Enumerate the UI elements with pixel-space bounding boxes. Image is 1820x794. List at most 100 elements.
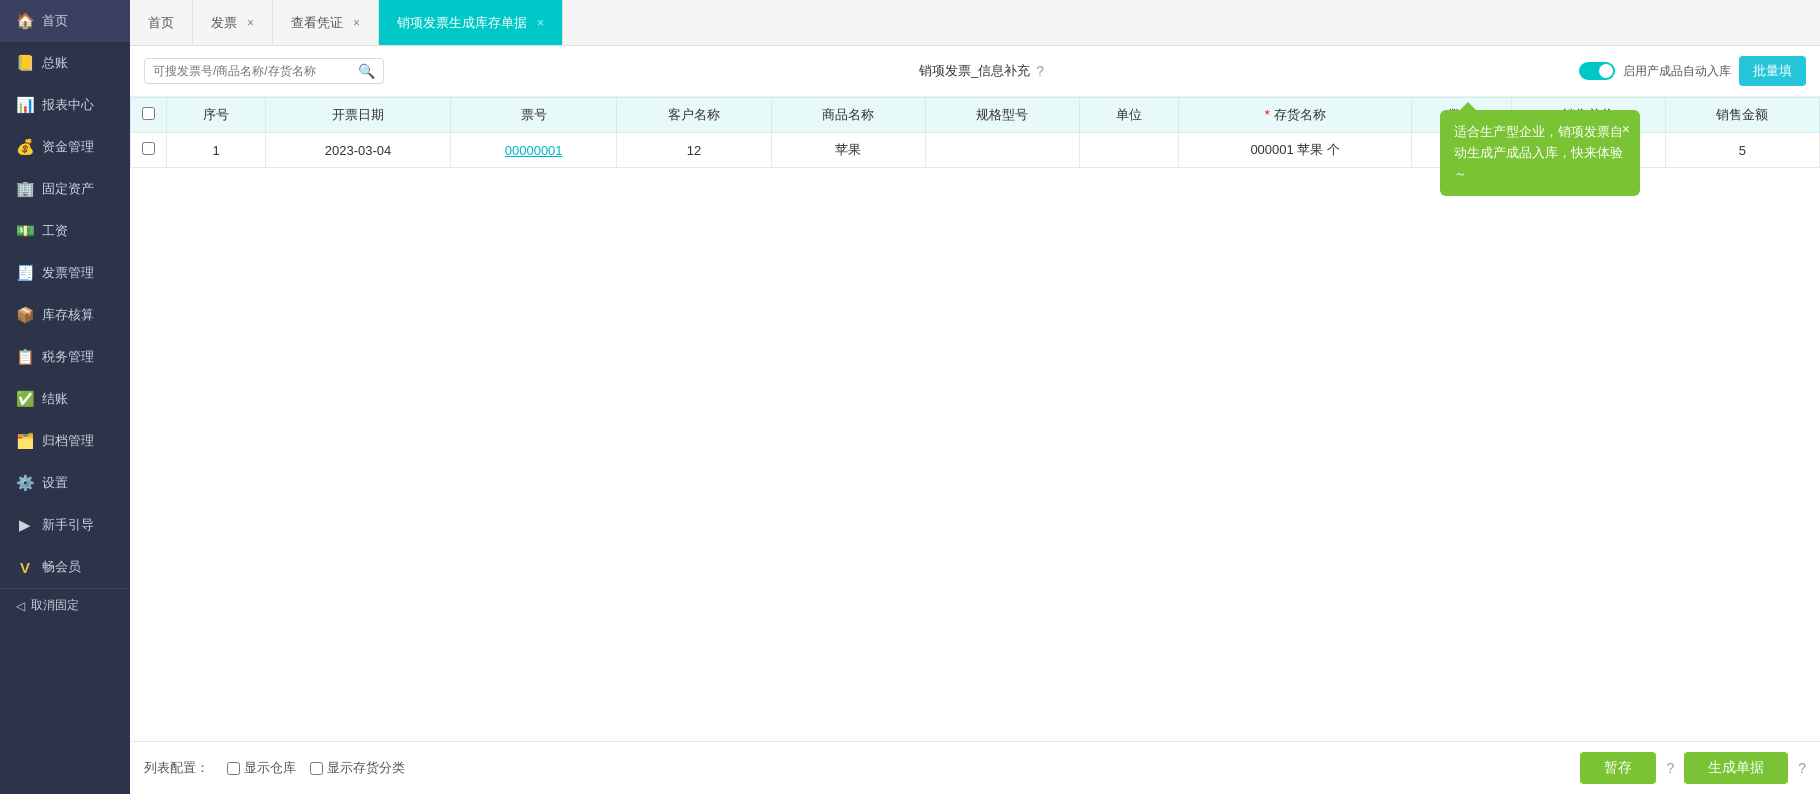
sidebar-item-label: 资金管理 — [42, 138, 94, 156]
show-warehouse-checkbox[interactable] — [227, 762, 240, 775]
generate-info-icon[interactable]: ? — [1798, 760, 1806, 776]
sidebar-item-label: 发票管理 — [42, 264, 94, 282]
sidebar-item-label: 设置 — [42, 474, 68, 492]
inventory-icon: 📦 — [16, 306, 34, 324]
sidebar-item-label: 库存核算 — [42, 306, 94, 324]
tab-home[interactable]: 首页 — [130, 0, 193, 45]
header-customer: 客户名称 — [617, 98, 771, 133]
sidebar-item-payroll[interactable]: 💵 工资 — [0, 210, 130, 252]
toolbar-center: 销项发票_信息补充 ? — [394, 62, 1569, 80]
bottom-bar: 列表配置： 显示仓库 显示存货分类 暂存 ? 生成单据 ? — [130, 741, 1820, 794]
row-model — [925, 133, 1079, 168]
sidebar-item-settlement[interactable]: ✅ 结账 — [0, 378, 130, 420]
row-product-name: 苹果 — [771, 133, 925, 168]
sidebar-item-label: 归档管理 — [42, 432, 94, 450]
unfix-icon: ◁ — [16, 599, 25, 613]
header-product-name: 商品名称 — [771, 98, 925, 133]
sidebar-item-tax[interactable]: 📋 税务管理 — [0, 336, 130, 378]
generate-button[interactable]: 生成单据 — [1684, 752, 1788, 784]
tab-bar: 首页 发票 × 查看凭证 × 销项发票生成库存单据 × — [130, 0, 1820, 46]
batch-fill-button[interactable]: 批量填 — [1739, 56, 1806, 86]
header-date: 开票日期 — [266, 98, 451, 133]
sidebar-unfix[interactable]: ◁ 取消固定 — [0, 588, 130, 622]
tab-invoice-label: 发票 — [211, 14, 237, 32]
tab-voucher-close[interactable]: × — [353, 16, 360, 30]
row-checkbox[interactable] — [142, 142, 155, 155]
main-area: 首页 发票 × 查看凭证 × 销项发票生成库存单据 × 🔍 销项发票_信息补充 … — [130, 0, 1820, 794]
search-input[interactable] — [153, 64, 352, 78]
sidebar-item-vip[interactable]: V 畅会员 — [0, 546, 130, 588]
sidebar-item-home[interactable]: 🏠 首页 — [0, 0, 130, 42]
sidebar-item-guide[interactable]: ▶ 新手引导 — [0, 504, 130, 546]
row-customer: 12 — [617, 133, 771, 168]
sidebar-item-archive[interactable]: 🗂️ 归档管理 — [0, 420, 130, 462]
sidebar-item-invoice-mgmt[interactable]: 🧾 发票管理 — [0, 252, 130, 294]
ledger-icon: 📒 — [16, 54, 34, 72]
tab-create-inventory[interactable]: 销项发票生成库存单据 × — [379, 0, 563, 45]
tab-voucher[interactable]: 查看凭证 × — [273, 0, 379, 45]
row-unit — [1079, 133, 1178, 168]
row-ticket-no[interactable]: 00000001 — [450, 133, 616, 168]
row-checkbox-cell — [131, 133, 167, 168]
toolbar: 🔍 销项发票_信息补充 ? 启用产成品自动入库 批量填 — [130, 46, 1820, 97]
header-checkbox-col — [131, 98, 167, 133]
row-seq: 1 — [167, 133, 266, 168]
tab-invoice-close[interactable]: × — [247, 16, 254, 30]
settings-icon: ⚙️ — [16, 474, 34, 492]
toolbar-right: 启用产成品自动入库 批量填 — [1579, 56, 1806, 86]
search-box[interactable]: 🔍 — [144, 58, 384, 84]
home-icon: 🏠 — [16, 12, 34, 30]
row-inventory-name: 000001 苹果 个 — [1178, 133, 1412, 168]
tooltip-arrow — [1460, 102, 1476, 110]
tooltip-close-button[interactable]: × — [1622, 118, 1630, 140]
sidebar: 🏠 首页 📒 总账 📊 报表中心 💰 资金管理 🏢 固定资产 💵 工资 🧾 发票… — [0, 0, 130, 794]
tooltip-box: × 适合生产型企业，销项发票自动生成产成品入库，快来体验～ — [1440, 110, 1640, 196]
sidebar-item-label: 结账 — [42, 390, 68, 408]
header-amount: 销售金额 — [1665, 98, 1819, 133]
header-unit: 单位 — [1079, 98, 1178, 133]
invoice-mgmt-icon: 🧾 — [16, 264, 34, 282]
bottom-actions: 暂存 ? 生成单据 ? — [1580, 752, 1806, 784]
sidebar-item-label: 固定资产 — [42, 180, 94, 198]
save-info-icon[interactable]: ? — [1666, 760, 1674, 776]
select-all-checkbox[interactable] — [142, 107, 155, 120]
sidebar-item-funds[interactable]: 💰 资金管理 — [0, 126, 130, 168]
payroll-icon: 💵 — [16, 222, 34, 240]
save-button[interactable]: 暂存 — [1580, 752, 1656, 784]
vip-icon: V — [16, 559, 34, 576]
list-config-label: 列表配置： — [144, 759, 209, 777]
sidebar-item-label: 工资 — [42, 222, 68, 240]
sidebar-item-inventory[interactable]: 📦 库存核算 — [0, 294, 130, 336]
tab-create-inventory-label: 销项发票生成库存单据 — [397, 14, 527, 32]
fixed-assets-icon: 🏢 — [16, 180, 34, 198]
tab-create-inventory-close[interactable]: × — [537, 16, 544, 30]
sidebar-item-label: 总账 — [42, 54, 68, 72]
sidebar-item-ledger[interactable]: 📒 总账 — [0, 42, 130, 84]
toggle-label: 启用产成品自动入库 — [1623, 63, 1731, 80]
show-category-checkbox[interactable] — [310, 762, 323, 775]
row-amount: 5 — [1665, 133, 1819, 168]
show-warehouse-label: 显示仓库 — [244, 759, 296, 777]
guide-icon: ▶ — [16, 516, 34, 534]
center-info-icon[interactable]: ? — [1036, 63, 1044, 79]
show-category-checkbox-label[interactable]: 显示存货分类 — [310, 759, 405, 777]
funds-icon: 💰 — [16, 138, 34, 156]
tax-icon: 📋 — [16, 348, 34, 366]
row-date: 2023-03-04 — [266, 133, 451, 168]
show-warehouse-checkbox-label[interactable]: 显示仓库 — [227, 759, 296, 777]
sidebar-item-reports[interactable]: 📊 报表中心 — [0, 84, 130, 126]
sidebar-item-settings[interactable]: ⚙️ 设置 — [0, 462, 130, 504]
sidebar-item-label: 新手引导 — [42, 516, 94, 534]
sidebar-item-fixed-assets[interactable]: 🏢 固定资产 — [0, 168, 130, 210]
auto-warehouse-toggle[interactable] — [1579, 62, 1615, 80]
center-label: 销项发票_信息补充 — [919, 62, 1030, 80]
header-ticket-no: 票号 — [450, 98, 616, 133]
tab-invoice[interactable]: 发票 × — [193, 0, 273, 45]
header-seq: 序号 — [167, 98, 266, 133]
tab-home-label: 首页 — [148, 14, 174, 32]
show-category-label: 显示存货分类 — [327, 759, 405, 777]
sidebar-item-label: 畅会员 — [42, 558, 81, 576]
sidebar-item-label: 报表中心 — [42, 96, 94, 114]
reports-icon: 📊 — [16, 96, 34, 114]
header-model: 规格型号 — [925, 98, 1079, 133]
